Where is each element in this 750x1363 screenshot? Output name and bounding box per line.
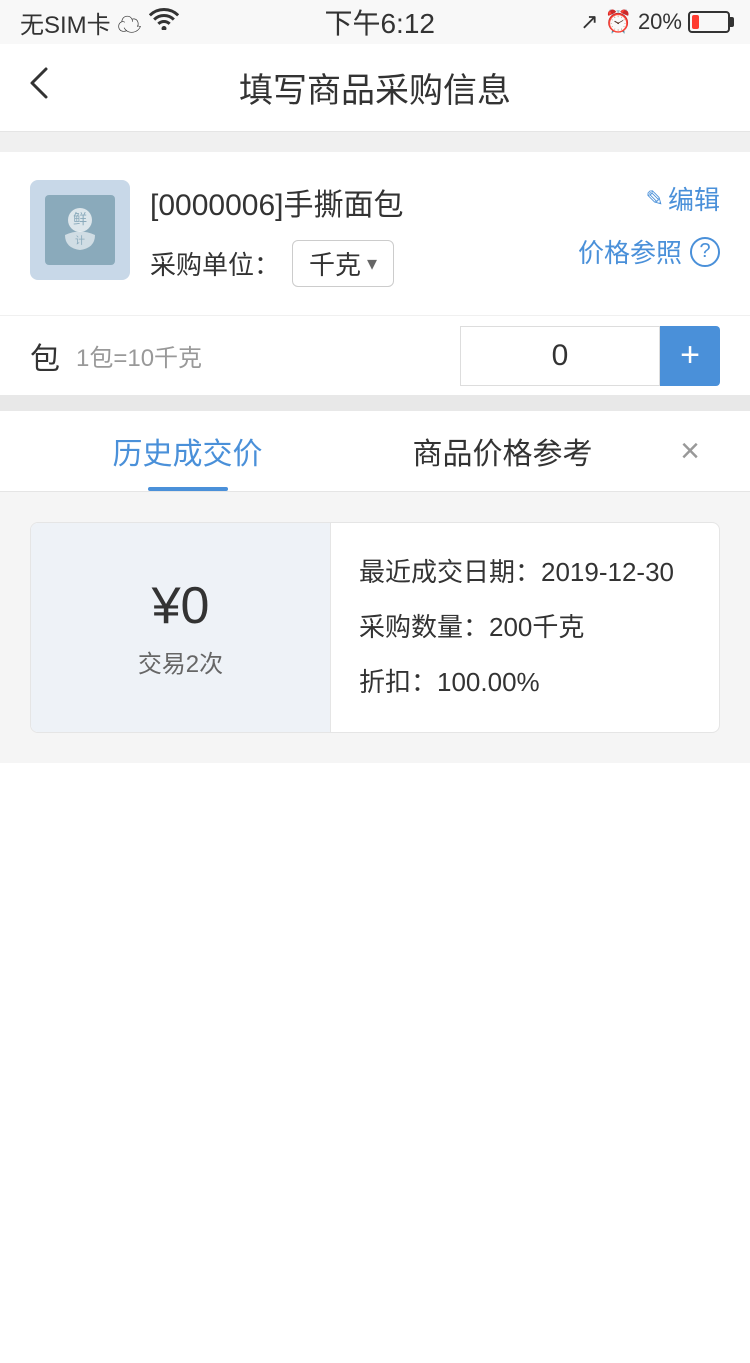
- header: 填写商品采购信息: [0, 44, 750, 132]
- status-time: 下午6:12: [324, 2, 435, 42]
- panel-close-button[interactable]: ×: [660, 421, 720, 481]
- help-icon[interactable]: ?: [690, 237, 720, 267]
- unit-hint-text: 1包=10千克: [76, 338, 202, 373]
- price-ref-button[interactable]: 价格参照 ?: [578, 233, 720, 270]
- transaction-price-section: ¥0 交易2次: [31, 523, 331, 732]
- svg-text:鲜: 鲜: [73, 211, 87, 227]
- product-image-inner: 鲜 计: [45, 195, 115, 265]
- product-image: 鲜 计: [30, 180, 130, 280]
- tabs-bar: 历史成交价 商品价格参考 ×: [0, 411, 750, 492]
- transaction-card: ¥0 交易2次 最近成交日期：2019-12-30 采购数量：200千克 折扣：…: [30, 522, 720, 733]
- product-info: [0000006]手撕面包 采购单位： 千克 ▾: [150, 180, 403, 287]
- product-unit-row: 采购单位： 千克 ▾: [150, 240, 403, 287]
- battery-icon: [688, 11, 730, 33]
- quantity-controls: +: [460, 326, 720, 386]
- transaction-price: ¥0: [152, 576, 210, 636]
- bottom-area: [0, 763, 750, 1363]
- price-amount: 0: [181, 577, 210, 635]
- price-symbol: ¥: [152, 577, 181, 635]
- status-bar: 无SIM卡 ☁ 下午6:12 ↗ ⏰ 20%: [0, 0, 750, 44]
- quantity-row: 包 1包=10千克 +: [0, 315, 750, 395]
- tab-product-price-ref[interactable]: 商品价格参考: [345, 411, 660, 491]
- alarm-icon: ⏰: [605, 9, 632, 35]
- tab-history-label: 历史成交价: [113, 429, 263, 473]
- transaction-discount-row: 折扣：100.00%: [359, 663, 691, 702]
- unit-label-text: 采购单位：: [150, 245, 280, 282]
- transaction-details: 最近成交日期：2019-12-30 采购数量：200千克 折扣：100.00%: [331, 523, 719, 732]
- status-indicators: ↗ ⏰ 20%: [580, 9, 730, 35]
- discount-value: 100.00%: [437, 667, 540, 697]
- transaction-date-row: 最近成交日期：2019-12-30: [359, 553, 691, 592]
- product-name: [0000006]手撕面包: [150, 180, 403, 224]
- unit-value: 千克: [309, 245, 361, 282]
- page-title: 填写商品采购信息: [239, 63, 511, 112]
- transaction-qty-row: 采购数量：200千克: [359, 608, 691, 647]
- date-label: 最近成交日期：: [359, 557, 541, 587]
- product-right: ✎ 编辑 价格参照 ?: [578, 180, 720, 270]
- carrier-text: 无SIM卡 ☁: [20, 5, 141, 40]
- battery-fill: [692, 15, 699, 29]
- battery-percent: 20%: [638, 9, 682, 35]
- date-value: 2019-12-30: [541, 557, 674, 587]
- quantity-plus-button[interactable]: +: [660, 326, 720, 386]
- transaction-count: 交易2次: [138, 644, 223, 679]
- section-divider: [0, 395, 750, 411]
- location-icon: ↗: [580, 9, 598, 35]
- qty-value: 200千克: [489, 612, 584, 642]
- edit-label: 编辑: [668, 180, 720, 217]
- close-icon: ×: [680, 432, 700, 471]
- product-left: 鲜 计 [0000006]手撕面包 采购单位： 千克 ▾: [30, 180, 403, 287]
- tab-active-indicator: [148, 487, 228, 491]
- unit-selector[interactable]: 千克 ▾: [292, 240, 394, 287]
- edit-icon: ✎: [646, 186, 664, 212]
- panel-content: ¥0 交易2次 最近成交日期：2019-12-30 采购数量：200千克 折扣：…: [0, 492, 750, 763]
- qty-label: 采购数量：: [359, 612, 489, 642]
- price-ref-label: 价格参照: [578, 233, 682, 270]
- status-carrier: 无SIM卡 ☁: [20, 5, 179, 40]
- wifi-icon: [149, 8, 179, 37]
- back-button[interactable]: [28, 65, 50, 110]
- tab-price-ref-label: 商品价格参考: [413, 429, 593, 473]
- quantity-input[interactable]: [460, 326, 660, 386]
- dropdown-arrow-icon: ▾: [367, 251, 377, 276]
- edit-button[interactable]: ✎ 编辑: [646, 180, 720, 217]
- product-top: 鲜 计 [0000006]手撕面包 采购单位： 千克 ▾ ✎ 编: [30, 180, 720, 287]
- product-card: 鲜 计 [0000006]手撕面包 采购单位： 千克 ▾ ✎ 编: [0, 152, 750, 315]
- discount-label: 折扣：: [359, 667, 437, 697]
- svg-text:计: 计: [75, 234, 85, 247]
- tab-history-price[interactable]: 历史成交价: [30, 411, 345, 491]
- package-unit-label: 包: [30, 334, 60, 378]
